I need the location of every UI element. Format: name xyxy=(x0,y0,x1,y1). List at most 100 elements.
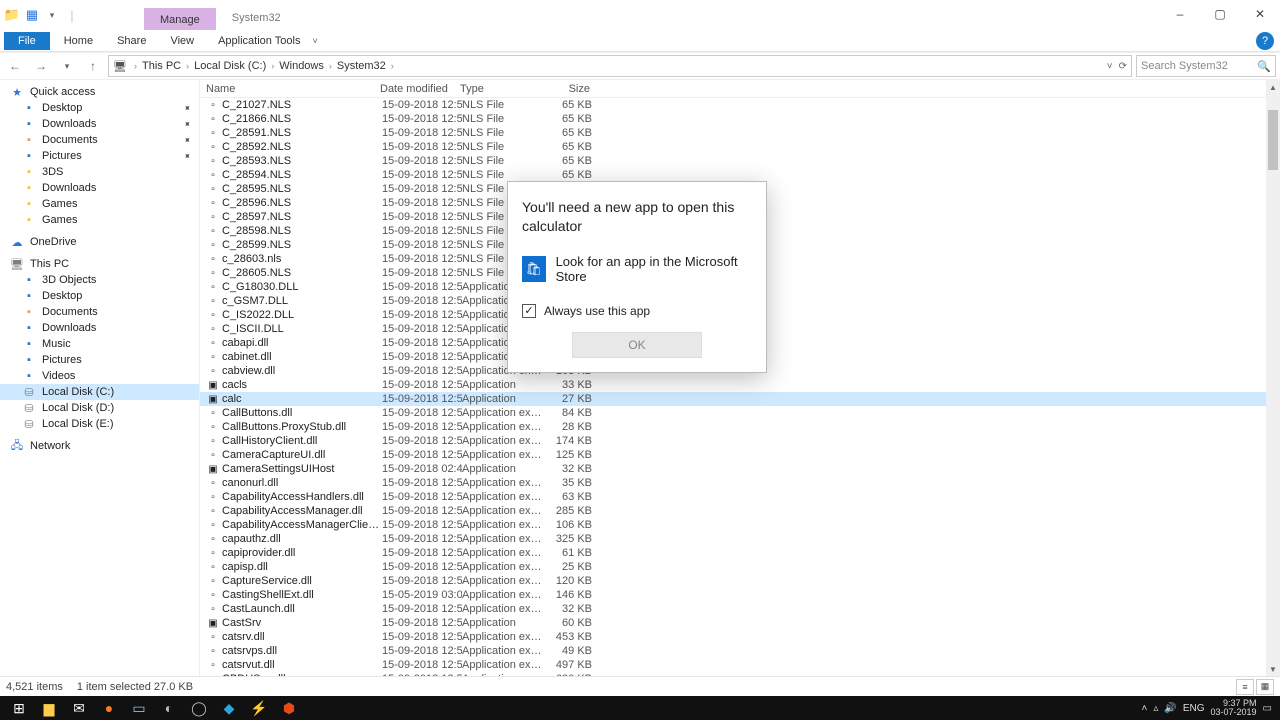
search-input[interactable]: Search System32 🔍 xyxy=(1136,55,1276,77)
file-row[interactable]: ▫CastLaunch.dll15-09-2018 12:58 ...Appli… xyxy=(200,602,1280,616)
nav-recent-icon[interactable]: ▾ xyxy=(56,55,78,77)
ribbon-tab-home[interactable]: Home xyxy=(52,32,105,50)
sidebar-item[interactable]: ▪Games xyxy=(0,212,199,228)
nav-forward-button[interactable]: → xyxy=(30,55,52,77)
sidebar-item[interactable]: ▪Games xyxy=(0,196,199,212)
sidebar-item[interactable]: ⛁Local Disk (E:) xyxy=(0,416,199,432)
scroll-thumb[interactable] xyxy=(1268,110,1278,170)
address-dropdown-icon[interactable]: ˅ xyxy=(1107,61,1113,72)
sidebar-network[interactable]: 🖧 Network xyxy=(0,438,199,454)
file-row[interactable]: ▫CallButtons.ProxyStub.dll15-09-2018 12:… xyxy=(200,420,1280,434)
file-row[interactable]: ▣CameraSettingsUIHost15-09-2018 02:41 ..… xyxy=(200,462,1280,476)
file-row[interactable]: ▫canonurl.dll15-09-2018 12:58 ...Applica… xyxy=(200,476,1280,490)
start-button[interactable]: ⊞ xyxy=(4,696,34,720)
taskbar-notes-icon[interactable]: ▭ xyxy=(124,696,154,720)
file-row[interactable]: ▫CastingShellExt.dll15-05-2019 03:03 ...… xyxy=(200,588,1280,602)
taskbar-mail-icon[interactable]: ✉ xyxy=(64,696,94,720)
sidebar-item[interactable]: ▪Videos xyxy=(0,368,199,384)
file-row[interactable]: ▫capisp.dll15-09-2018 12:58 ...Applicati… xyxy=(200,560,1280,574)
sidebar-item[interactable]: ⛁Local Disk (D:) xyxy=(0,400,199,416)
sidebar-item[interactable]: ▪3DS xyxy=(0,164,199,180)
taskbar-telegram-icon[interactable]: ◆ xyxy=(214,696,244,720)
crumb-c[interactable]: Local Disk (C:) xyxy=(192,60,268,72)
sidebar-item[interactable]: ▪Desktop xyxy=(0,288,199,304)
maximize-button[interactable]: ▢ xyxy=(1200,0,1240,28)
sidebar-item[interactable]: ▪Downloads✦ xyxy=(0,116,199,132)
scroll-down-icon[interactable]: ▼ xyxy=(1266,662,1280,676)
file-row[interactable]: ▫C_28592.NLS15-09-2018 12:58 ...NLS File… xyxy=(200,140,1280,154)
checkbox-checked-icon[interactable]: ✓ xyxy=(522,304,536,318)
tray-notifications-icon[interactable]: ▭ xyxy=(1263,703,1272,714)
tray-volume-icon[interactable]: 🔊 xyxy=(1164,703,1176,714)
close-button[interactable]: ✕ xyxy=(1240,0,1280,28)
always-use-row[interactable]: ✓ Always use this app xyxy=(522,304,752,318)
file-row[interactable]: ▫CapabilityAccessHandlers.dll15-09-2018 … xyxy=(200,490,1280,504)
file-row[interactable]: ▫catsrvps.dll15-09-2018 12:58 ...Applica… xyxy=(200,644,1280,658)
file-row[interactable]: ▫C_21027.NLS15-09-2018 12:58 ...NLS File… xyxy=(200,98,1280,112)
file-row[interactable]: ▫CapabilityAccessManagerClient.dll15-09-… xyxy=(200,518,1280,532)
file-row[interactable]: ▫C_28591.NLS15-09-2018 12:58 ...NLS File… xyxy=(200,126,1280,140)
file-row[interactable]: ▫capiprovider.dll15-09-2018 12:58 ...App… xyxy=(200,546,1280,560)
sidebar-item[interactable]: ▪Downloads xyxy=(0,180,199,196)
store-option[interactable]: 🛍 Look for an app in the Microsoft Store xyxy=(522,250,752,296)
nav-up-button[interactable]: ↑ xyxy=(82,55,104,77)
ribbon-tab-file[interactable]: File xyxy=(4,32,50,50)
tray-network-icon[interactable]: ▵ xyxy=(1153,703,1158,714)
file-row[interactable]: ▫catsrvut.dll15-09-2018 12:58 ...Applica… xyxy=(200,658,1280,672)
file-row[interactable]: ▣calc15-09-2018 12:58 ...Application27 K… xyxy=(200,392,1280,406)
taskbar-explorer-icon[interactable]: ▆ xyxy=(34,696,64,720)
crumb-thispc[interactable]: This PC xyxy=(140,60,183,72)
sidebar-item[interactable]: ▪Documents xyxy=(0,304,199,320)
sidebar-item[interactable]: ▪Desktop✦ xyxy=(0,100,199,116)
col-date[interactable]: Date modified xyxy=(380,83,460,95)
file-row[interactable]: ▫CallButtons.dll15-09-2018 12:58 ...Appl… xyxy=(200,406,1280,420)
file-row[interactable]: ▫CapabilityAccessManager.dll15-09-2018 1… xyxy=(200,504,1280,518)
file-row[interactable]: ▫C_28594.NLS15-09-2018 12:58 ...NLS File… xyxy=(200,168,1280,182)
file-row[interactable]: ▫CameraCaptureUI.dll15-09-2018 12:58 ...… xyxy=(200,448,1280,462)
sidebar-item[interactable]: ▪Music xyxy=(0,336,199,352)
ribbon-tab-share[interactable]: Share xyxy=(105,32,158,50)
taskbar-brave-icon[interactable]: ⬢ xyxy=(274,696,304,720)
sidebar-item[interactable]: ▪3D Objects xyxy=(0,272,199,288)
sidebar-thispc[interactable]: 🖥 This PC xyxy=(0,256,199,272)
nav-back-button[interactable]: ← xyxy=(4,55,26,77)
col-name[interactable]: Name xyxy=(206,83,380,95)
file-row[interactable]: ▫C_28593.NLS15-09-2018 12:58 ...NLS File… xyxy=(200,154,1280,168)
properties-icon[interactable]: ▦ xyxy=(24,7,40,23)
ribbon-tab-apptools[interactable]: Application Tools xyxy=(206,32,312,50)
file-row[interactable]: ▣CastSrv15-09-2018 12:59 ...Application6… xyxy=(200,616,1280,630)
taskbar-app-icon[interactable]: ⚡ xyxy=(244,696,274,720)
sidebar-item[interactable]: ▪Documents✦ xyxy=(0,132,199,148)
tray-lang[interactable]: ENG xyxy=(1183,703,1205,714)
scroll-up-icon[interactable]: ▲ xyxy=(1266,80,1280,94)
sidebar-item[interactable]: ⛁Local Disk (C:) xyxy=(0,384,199,400)
col-type[interactable]: Type xyxy=(460,83,540,95)
sidebar-item[interactable]: ▪Pictures xyxy=(0,352,199,368)
sidebar-item[interactable]: ▪Pictures✦ xyxy=(0,148,199,164)
scrollbar[interactable]: ▲ ▼ xyxy=(1266,80,1280,676)
sidebar-quick-access[interactable]: ★ Quick access xyxy=(0,84,199,100)
taskbar-firefox-icon[interactable]: ● xyxy=(94,696,124,720)
file-row[interactable]: ▫catsrv.dll15-09-2018 12:58 ...Applicati… xyxy=(200,630,1280,644)
sidebar-onedrive[interactable]: ☁ OneDrive xyxy=(0,234,199,250)
minimize-button[interactable]: – xyxy=(1160,0,1200,28)
file-row[interactable]: ▫capauthz.dll15-09-2018 12:58 ...Applica… xyxy=(200,532,1280,546)
crumb-windows[interactable]: Windows xyxy=(277,60,326,72)
help-icon[interactable]: ? xyxy=(1256,32,1274,50)
taskbar-app-icon[interactable]: ◯ xyxy=(184,696,214,720)
file-row[interactable]: ▫CaptureService.dll15-09-2018 12:58 ...A… xyxy=(200,574,1280,588)
col-size[interactable]: Size xyxy=(540,83,590,95)
file-row[interactable]: ▫CallHistoryClient.dll15-09-2018 12:58 .… xyxy=(200,434,1280,448)
address-bar[interactable]: 🖥 › This PC › Local Disk (C:) › Windows … xyxy=(108,55,1132,77)
file-row[interactable]: ▣cacls15-09-2018 12:58 ...Application33 … xyxy=(200,378,1280,392)
view-details-icon[interactable]: ≡ xyxy=(1236,679,1254,695)
sidebar-item[interactable]: ▪Downloads xyxy=(0,320,199,336)
taskbar-app-icon[interactable]: ◐ xyxy=(154,696,184,720)
qat-dropdown-icon[interactable]: ▾ xyxy=(44,7,60,23)
view-large-icon[interactable]: ▦ xyxy=(1256,679,1274,695)
ribbon-collapse-icon[interactable]: ˅ xyxy=(312,36,317,46)
tray-chevron-icon[interactable]: ˄ xyxy=(1142,703,1148,714)
refresh-icon[interactable]: ⟳ xyxy=(1119,61,1127,72)
context-tab-manage[interactable]: Manage xyxy=(144,8,216,30)
tray-clock[interactable]: 9:37 PM 03-07-2019 xyxy=(1211,699,1257,717)
